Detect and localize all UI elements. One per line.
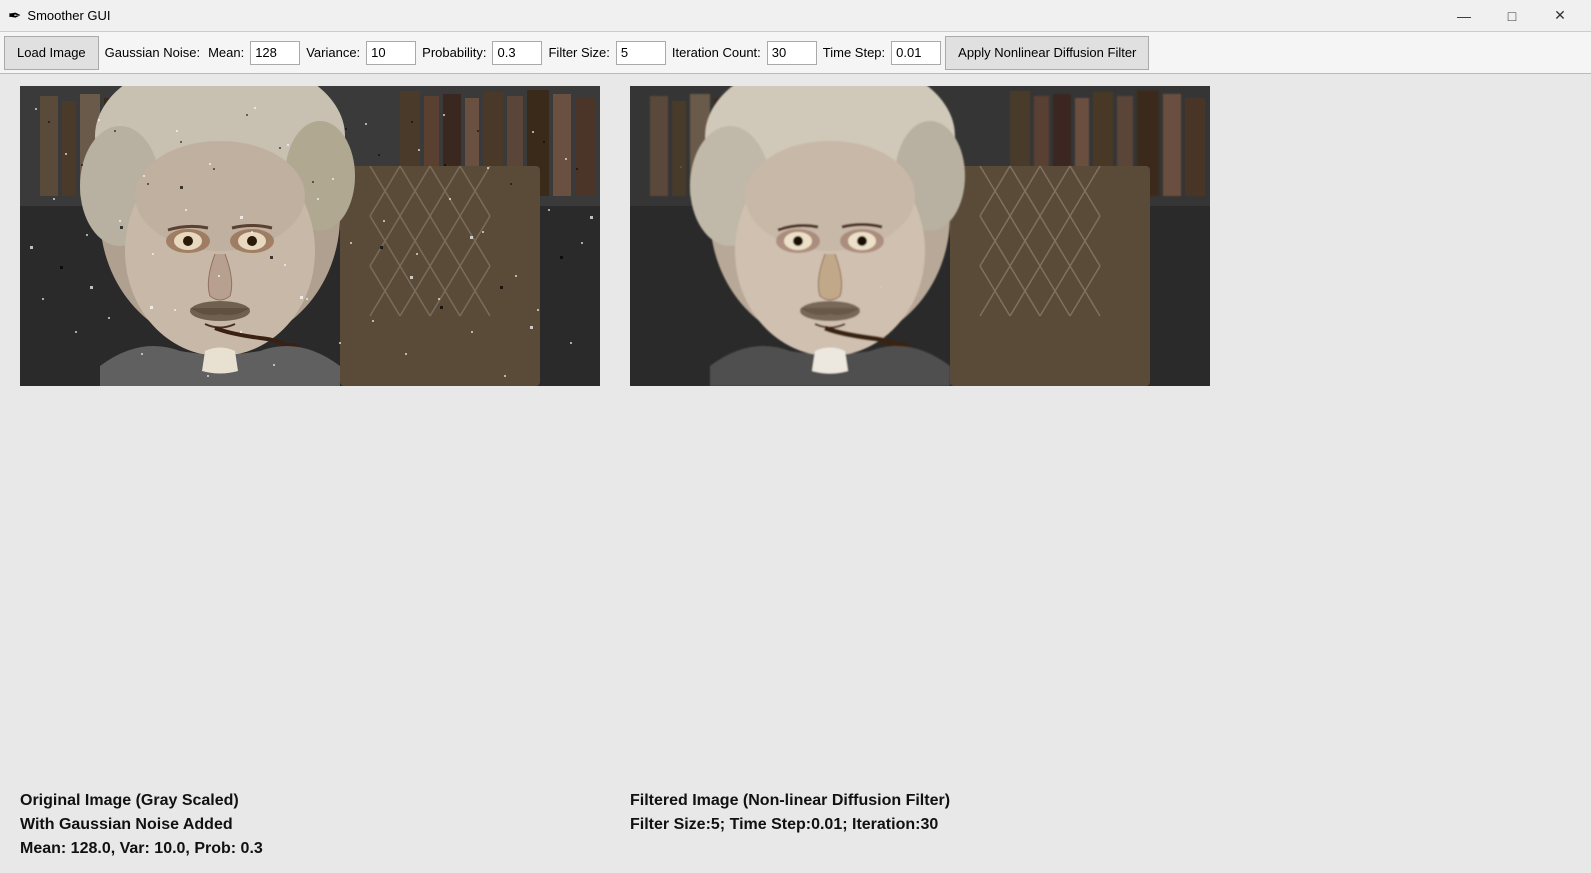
left-caption-line3: Mean: 128.0, Var: 10.0, Prob: 0.3: [20, 837, 600, 861]
title-bar-left: ✒ Smoother GUI: [8, 6, 111, 26]
noisy-einstein-svg: [20, 86, 600, 386]
toolbar: Load Image Gaussian Noise: Mean: Varianc…: [0, 32, 1591, 74]
load-image-button[interactable]: Load Image: [4, 36, 99, 70]
close-button[interactable]: ✕: [1537, 0, 1583, 32]
left-image-container: [20, 86, 600, 386]
filtered-einstein-svg: [630, 86, 1210, 386]
variance-input[interactable]: [366, 41, 416, 65]
apply-filter-button[interactable]: Apply Nonlinear Diffusion Filter: [945, 36, 1149, 70]
filter-size-label: Filter Size:: [546, 45, 611, 60]
right-image-container: [630, 86, 1210, 386]
iteration-count-input[interactable]: [767, 41, 817, 65]
mean-label: Mean:: [206, 45, 246, 60]
filtered-image: [630, 86, 1210, 386]
time-step-input[interactable]: [891, 41, 941, 65]
left-caption-line1: Original Image (Gray Scaled): [20, 789, 600, 813]
left-caption: Original Image (Gray Scaled) With Gaussi…: [20, 789, 600, 861]
probability-input[interactable]: [492, 41, 542, 65]
right-caption-line2: Filter Size:5; Time Step:0.01; Iteration…: [630, 813, 1210, 837]
probability-label: Probability:: [420, 45, 488, 60]
left-caption-line2: With Gaussian Noise Added: [20, 813, 600, 837]
main-content: Original Image (Gray Scaled) With Gaussi…: [0, 74, 1591, 873]
minimize-button[interactable]: —: [1441, 0, 1487, 32]
right-caption-line1: Filtered Image (Non-linear Diffusion Fil…: [630, 789, 1210, 813]
images-row: [20, 86, 1571, 386]
mean-input[interactable]: [250, 41, 300, 65]
time-step-label: Time Step:: [821, 45, 887, 60]
captions-row: Original Image (Gray Scaled) With Gaussi…: [20, 789, 1571, 861]
iteration-count-label: Iteration Count:: [670, 45, 763, 60]
maximize-button[interactable]: □: [1489, 0, 1535, 32]
app-icon: ✒: [8, 6, 21, 26]
app-title: Smoother GUI: [27, 8, 110, 23]
gaussian-noise-label: Gaussian Noise:: [103, 45, 202, 60]
noisy-image: [20, 86, 600, 386]
variance-label: Variance:: [304, 45, 362, 60]
right-caption: Filtered Image (Non-linear Diffusion Fil…: [630, 789, 1210, 861]
filter-size-input[interactable]: [616, 41, 666, 65]
title-bar-controls: — □ ✕: [1441, 0, 1583, 32]
title-bar: ✒ Smoother GUI — □ ✕: [0, 0, 1591, 32]
